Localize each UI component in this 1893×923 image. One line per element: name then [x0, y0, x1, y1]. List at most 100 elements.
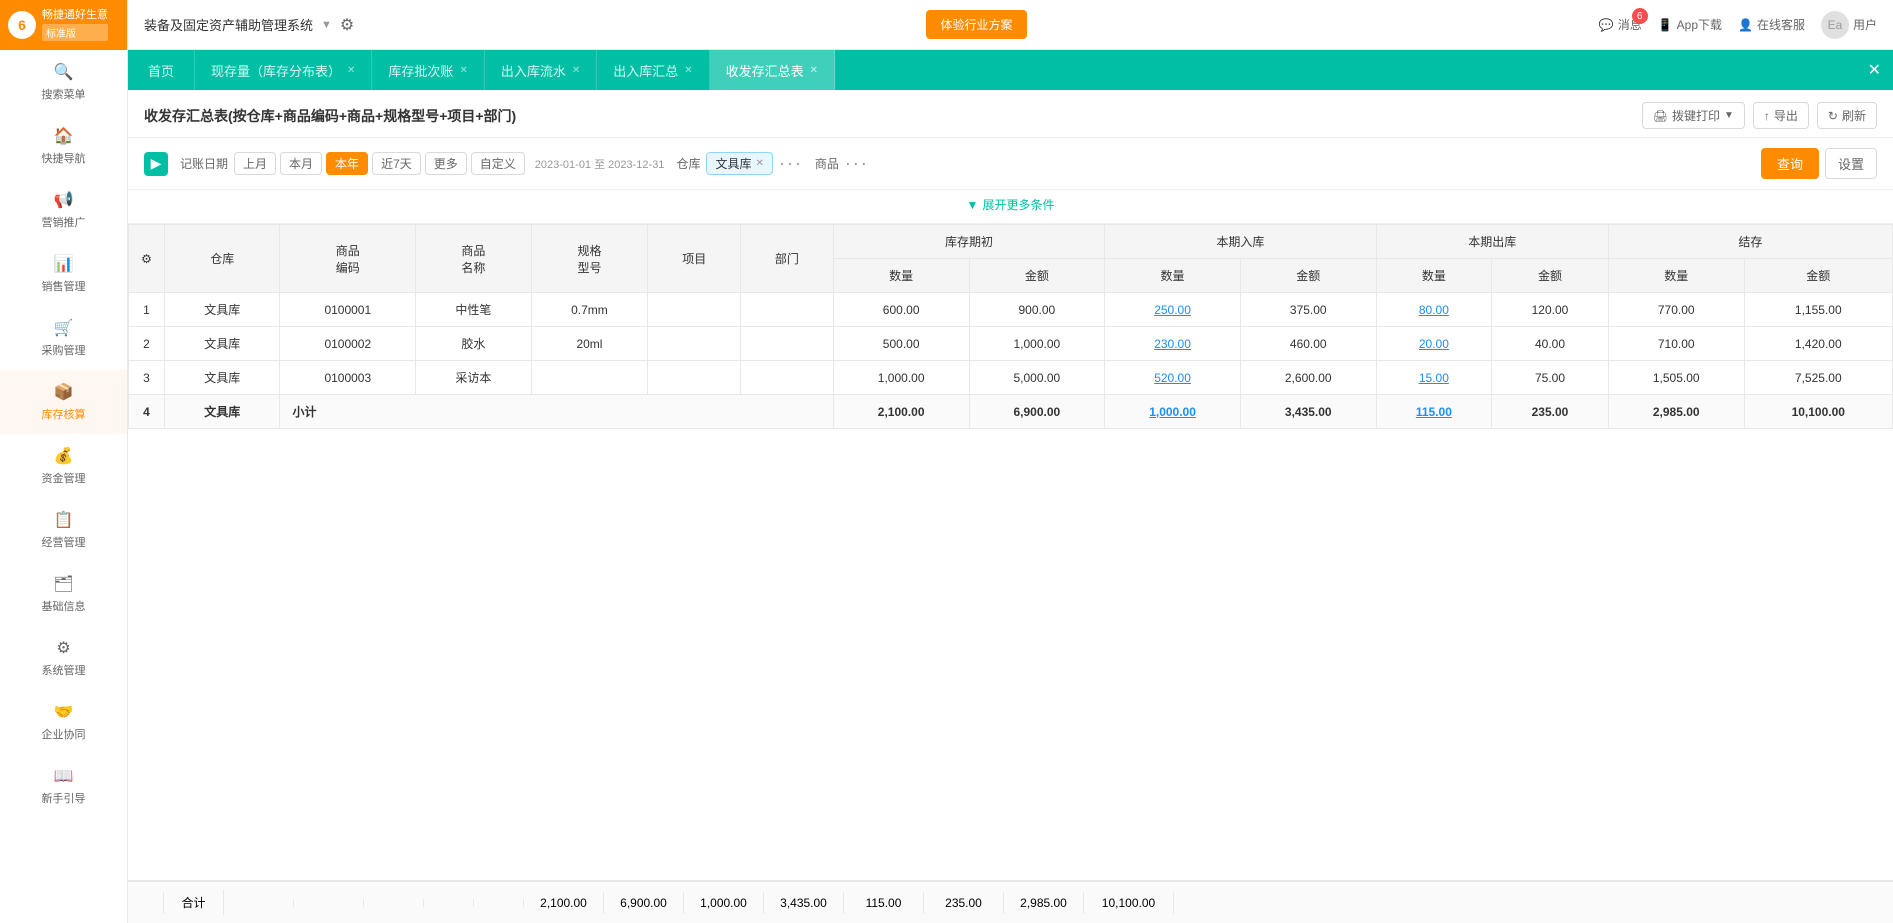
warehouse-tag-remove[interactable]: ✕: [755, 158, 763, 169]
warehouse-more[interactable]: ···: [779, 153, 803, 174]
sidebar-item-7[interactable]: 📋经营管理: [0, 498, 127, 562]
refresh-button[interactable]: ↻ 刷新: [1817, 102, 1877, 129]
date-btn-5[interactable]: 自定义: [471, 152, 525, 175]
table-row: 1 文具库 0100001 中性笔 0.7mm 600.00 900.00 25…: [129, 293, 1893, 327]
sidebar-item-2[interactable]: 📢营销推广: [0, 178, 127, 242]
header-right: 💬 6 消息 📱 App下载 👤 在线客服 Ea 用户: [1599, 11, 1877, 39]
row-opening-amt-1: 1,000.00: [969, 327, 1105, 361]
tab-close-2[interactable]: ✕: [459, 65, 467, 76]
sidebar-label-9: 系统管理: [42, 662, 86, 678]
settings-button[interactable]: 设置: [1825, 148, 1877, 179]
row-warehouse-0: 文具库: [165, 293, 280, 327]
footer-closing-amt: 10,100.00: [1084, 892, 1174, 914]
footer-label: 合计: [164, 890, 224, 915]
row-out-qty-1[interactable]: 20.00: [1376, 327, 1492, 361]
date-btn-0[interactable]: 上月: [234, 152, 276, 175]
subtotal-in-qty[interactable]: 1,000.00: [1105, 395, 1241, 429]
sidebar-label-11: 新手引导: [42, 790, 86, 806]
sidebar-item-5[interactable]: 📦库存核算: [0, 370, 127, 434]
sidebar-label-5: 库存核算: [42, 406, 86, 422]
subtotal-opening-qty: 2,100.00: [833, 395, 969, 429]
tab-close-3[interactable]: ✕: [572, 65, 580, 76]
row-no-1: 2: [129, 327, 165, 361]
row-in-qty-2[interactable]: 520.00: [1105, 361, 1241, 395]
row-dept-0: [741, 293, 834, 327]
download-icon: 📱: [1658, 18, 1673, 32]
filter-toggle-button[interactable]: ▶: [144, 152, 168, 176]
footer-opening-qty: 2,100.00: [524, 892, 604, 914]
table-warehouse-header: 仓库: [165, 225, 280, 293]
page-header-actions: 🖨 拨键打印 ▼ ↑ 导出 ↻ 刷新: [1642, 102, 1877, 129]
tabs-bar-close[interactable]: ✕: [1856, 60, 1893, 80]
table-opening-header: 库存期初: [833, 225, 1104, 259]
date-btn-2[interactable]: 本年: [326, 152, 368, 175]
refresh-icon: ↻: [1828, 109, 1838, 123]
goods-more[interactable]: ···: [845, 153, 869, 174]
sidebar-item-9[interactable]: ⚙系统管理: [0, 626, 127, 690]
tab-3[interactable]: 出入库流水✕: [485, 50, 597, 90]
sidebar-item-0[interactable]: 🔍搜索菜单: [0, 50, 127, 114]
tab-1[interactable]: 现存量（库存分布表）✕: [195, 50, 372, 90]
print-button[interactable]: 🖨 拨键打印 ▼: [1642, 102, 1745, 129]
table-goods-spec-header: 规格型号: [531, 225, 648, 293]
row-dept-1: [741, 327, 834, 361]
row-goods-spec-0: 0.7mm: [531, 293, 648, 327]
header-settings-btn[interactable]: ⚙: [340, 15, 354, 35]
row-out-qty-2[interactable]: 15.00: [1376, 361, 1492, 395]
app-header: 装备及固定资产辅助管理系统 ▼ ⚙ 体验行业方案 💬 6 消息 📱 App下载 …: [128, 0, 1893, 50]
tab-0[interactable]: 首页: [128, 50, 195, 90]
tab-close-1[interactable]: ✕: [347, 65, 355, 76]
online-service-wrap[interactable]: 👤 在线客服: [1738, 16, 1805, 33]
app-download-wrap[interactable]: 📱 App下载: [1658, 16, 1722, 33]
date-btn-3[interactable]: 近7天: [372, 152, 421, 175]
sidebar-item-4[interactable]: 🛒采购管理: [0, 306, 127, 370]
sidebar-item-8[interactable]: 🗂基础信息: [0, 562, 127, 626]
footer-dept: [474, 899, 524, 907]
message-icon-wrap[interactable]: 💬 6 消息: [1599, 16, 1642, 33]
subtotal-closing-qty: 2,985.00: [1608, 395, 1744, 429]
table-closing-header: 结存: [1608, 225, 1892, 259]
sidebar-item-6[interactable]: 💰资金管理: [0, 434, 127, 498]
tab-5[interactable]: 收发存汇总表✕: [710, 50, 835, 90]
sidebar-item-11[interactable]: 📖新手引导: [0, 754, 127, 818]
row-out-qty-0[interactable]: 80.00: [1376, 293, 1492, 327]
tab-close-4[interactable]: ✕: [684, 65, 692, 76]
trial-button[interactable]: 体验行业方案: [926, 10, 1026, 39]
table-opening-amt-header: 金额: [969, 259, 1105, 293]
table-row: 2 文具库 0100002 胶水 20ml 500.00 1,000.00 23…: [129, 327, 1893, 361]
row-in-qty-1[interactable]: 230.00: [1105, 327, 1241, 361]
sidebar-item-3[interactable]: 📊销售管理: [0, 242, 127, 306]
row-goods-code-2: 0100003: [280, 361, 416, 395]
logo-icon: 6: [8, 11, 36, 39]
tab-label-4: 出入库汇总: [613, 61, 678, 80]
date-btn-4[interactable]: 更多: [425, 152, 467, 175]
expand-conditions-button[interactable]: ▼ 展开更多条件: [967, 196, 1055, 213]
row-in-qty-0[interactable]: 250.00: [1105, 293, 1241, 327]
tab-close-5[interactable]: ✕: [810, 65, 818, 76]
tab-4[interactable]: 出入库汇总 ✕: [597, 50, 709, 90]
sidebar-icon-0: 🔍: [54, 62, 74, 82]
table-in-amt-header: 金额: [1240, 259, 1376, 293]
table-wrap: ⚙ 仓库 商品编码 商品名称 规格型号 项目 部门 库存期初 本期入库 本期出库…: [128, 224, 1893, 880]
table-settings-header[interactable]: ⚙: [129, 225, 165, 293]
sidebar-label-10: 企业协同: [42, 726, 86, 742]
row-no-2: 3: [129, 361, 165, 395]
goods-filter-item: 商品 ···: [815, 153, 869, 174]
row-in-amt-0: 375.00: [1240, 293, 1376, 327]
warehouse-filter-label: 仓库: [676, 155, 700, 172]
row-warehouse-2: 文具库: [165, 361, 280, 395]
sidebar-label-3: 销售管理: [42, 278, 86, 294]
subtotal-row: 4 文具库 小计 2,100.00 6,900.00 1,000.00 3,43…: [129, 395, 1893, 429]
search-button[interactable]: 查询: [1761, 148, 1819, 179]
tab-2[interactable]: 库存批次账✕: [372, 50, 484, 90]
footer-code: [224, 899, 294, 907]
sidebar-item-10[interactable]: 🤝企业协同: [0, 690, 127, 754]
date-btn-1[interactable]: 本月: [280, 152, 322, 175]
row-in-amt-2: 2,600.00: [1240, 361, 1376, 395]
user-wrap[interactable]: Ea 用户: [1821, 11, 1877, 39]
subtotal-out-qty[interactable]: 115.00: [1376, 395, 1492, 429]
sidebar-item-1[interactable]: 🏠快捷导航: [0, 114, 127, 178]
export-button[interactable]: ↑ 导出: [1753, 102, 1809, 129]
table-out-qty-header: 数量: [1376, 259, 1492, 293]
footer-in-qty: 1,000.00: [684, 892, 764, 914]
